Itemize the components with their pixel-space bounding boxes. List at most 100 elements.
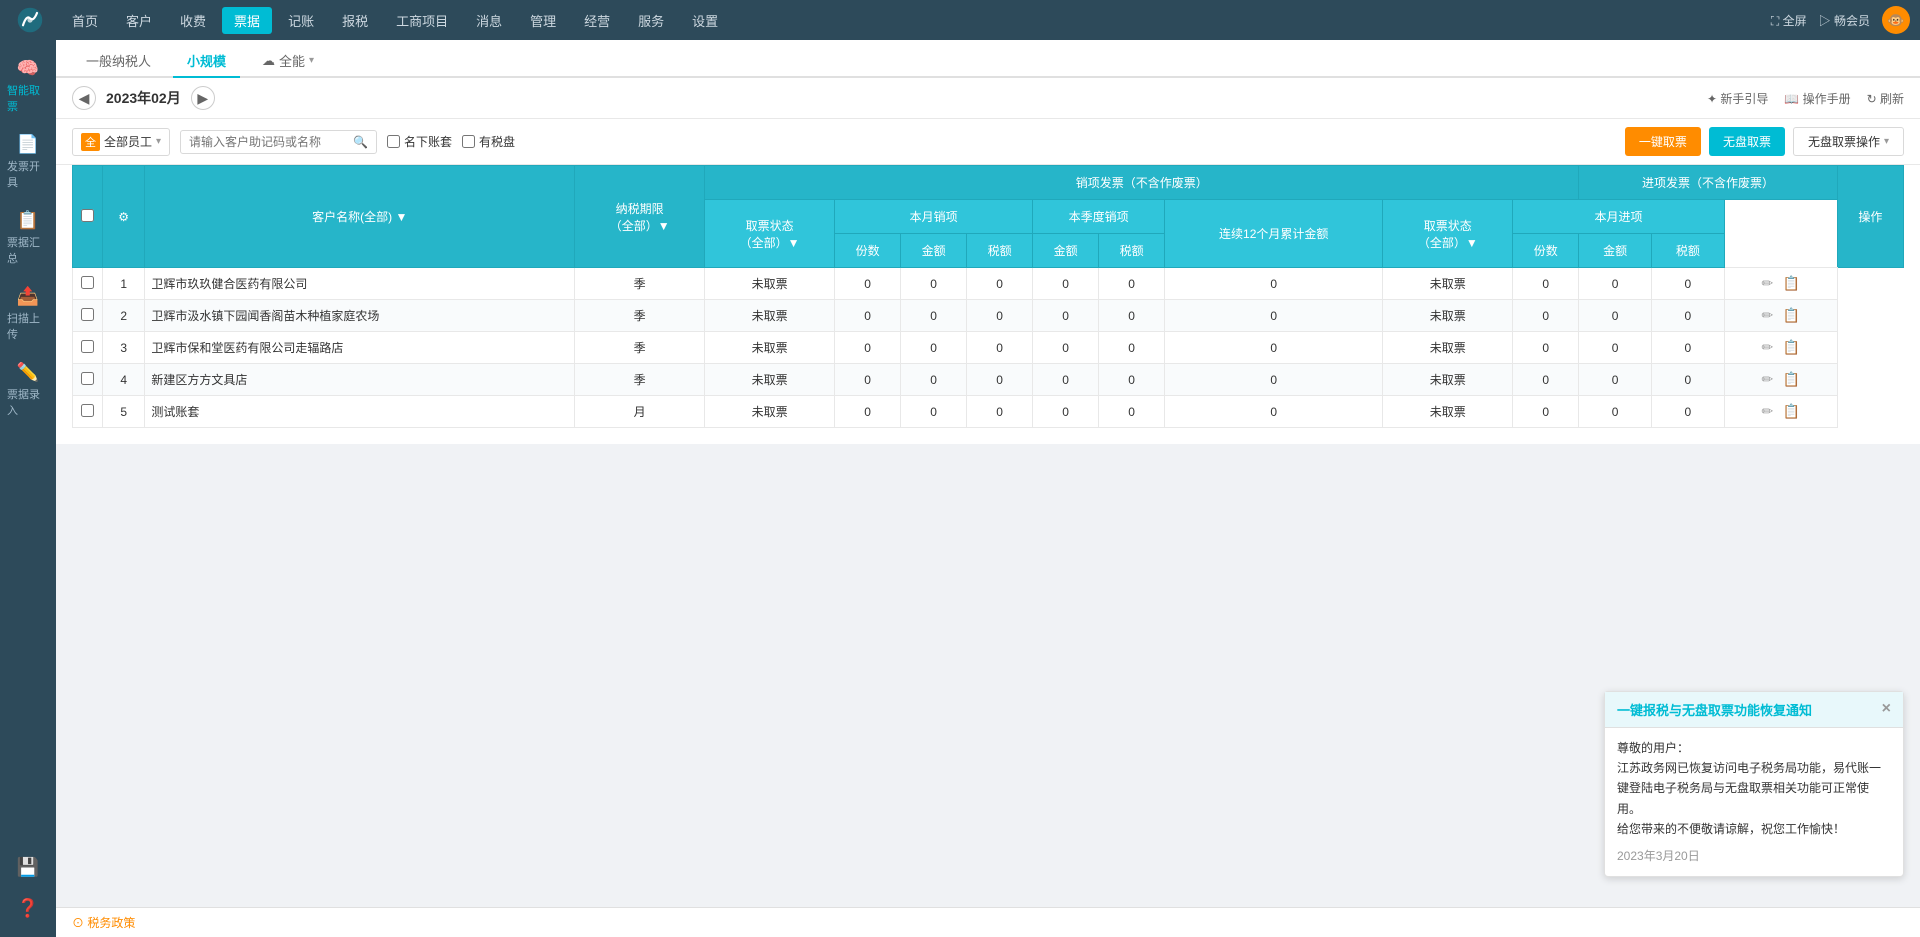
tax-policy-link[interactable]: ⊙ 税务政策	[72, 914, 135, 931]
row-checkbox-1[interactable]	[81, 308, 94, 321]
th-qs-tax: 税额	[1099, 234, 1165, 268]
th-month-purchase: 本月进项	[1513, 200, 1725, 234]
table-row: 4 新建区方方文具店 季 未取票 0 0 0 0 0 0 未取票 0 0 0 ✏…	[73, 364, 1904, 396]
sidebar-label-scan: 扫描上传	[7, 310, 49, 342]
bottom-bar: ⊙ 税务政策	[56, 907, 1920, 937]
nav-home[interactable]: 首页	[60, 7, 110, 34]
row-ms-amount-1: 0	[901, 300, 967, 332]
row-period-0: 季	[575, 268, 705, 300]
period-nav: ◀ 2023年02月 ▶	[72, 86, 215, 110]
main-nav: 首页 客户 收费 票据 记账 报税 工商项目 消息 管理 经营 服务 设置	[60, 7, 1771, 34]
qs-amount-link-3[interactable]: 0	[1062, 373, 1069, 387]
search-icon[interactable]: 🔍	[353, 135, 368, 149]
sidebar-item-scan[interactable]: 📤 扫描上传	[3, 278, 53, 350]
qs-amount-link-2[interactable]: 0	[1062, 341, 1069, 355]
nav-customer[interactable]: 客户	[114, 7, 164, 34]
qs-amount-link-1[interactable]: 0	[1062, 309, 1069, 323]
avatar[interactable]: 🐵	[1882, 6, 1910, 34]
edit-btn-2[interactable]: ✏	[1762, 339, 1774, 355]
notification-body: 尊敬的用户： 江苏政务网已恢复访问电子税务局功能，易代账一键登陆电子税务局与无盘…	[1605, 728, 1903, 876]
edit-btn-0[interactable]: ✏	[1762, 275, 1774, 291]
one-key-fetch-btn[interactable]: 一键取票	[1625, 127, 1701, 156]
nav-invoice[interactable]: 票据	[222, 7, 272, 34]
period-prev-btn[interactable]: ◀	[72, 86, 96, 110]
refresh-btn[interactable]: ↻ 刷新	[1867, 90, 1904, 107]
notif-line-3: 给您带来的不便敬请谅解，祝您工作愉快！	[1617, 819, 1891, 839]
row-cumulative-4: 0	[1165, 396, 1383, 428]
nav-tax[interactable]: 报税	[330, 7, 380, 34]
row-cumulative-1: 0	[1165, 300, 1383, 332]
row-actions-3: ✏ 📋	[1724, 364, 1837, 396]
select-all-checkbox[interactable]	[81, 209, 94, 222]
sidebar-item-issue-invoice[interactable]: 📄 发票开具	[3, 126, 53, 198]
qs-amount-link-0[interactable]: 0	[1062, 277, 1069, 291]
nav-manage[interactable]: 管理	[518, 7, 568, 34]
account-checkbox-label[interactable]: 名下账套	[387, 133, 452, 150]
row-sale-status-4: 未取票	[705, 396, 835, 428]
sidebar: 🧠 智能取票 📄 发票开具 📋 票据汇总 📤 扫描上传 ✏️ 票据录入 💾 ❓	[0, 40, 56, 937]
row-mi-tax-1: 0	[1652, 300, 1725, 332]
table-row: 5 测试账套 月 未取票 0 0 0 0 0 0 未取票 0 0 0 ✏ 📋	[73, 396, 1904, 428]
employee-select[interactable]: 全 全部员工 ▾	[72, 128, 170, 156]
nav-service[interactable]: 服务	[626, 7, 676, 34]
row-ms-amount-2: 0	[901, 332, 967, 364]
cumulative-link-0[interactable]: 0	[1270, 277, 1277, 291]
row-checkbox-cell	[73, 300, 103, 332]
row-qs-tax-3: 0	[1099, 364, 1165, 396]
view-btn-2[interactable]: 📋	[1783, 339, 1800, 355]
tab-general-taxpayer[interactable]: 一般纳税人	[72, 45, 165, 78]
tax-disk-checkbox-label[interactable]: 有税盘	[462, 133, 515, 150]
sidebar-item-download[interactable]: 💾	[3, 849, 53, 886]
filter-bar: 全 全部员工 ▾ 🔍 名下账套 有税盘 一键取票 无盘取票 无盘取票操作 ▾	[56, 119, 1920, 165]
row-checkbox-4[interactable]	[81, 404, 94, 417]
guide-btn[interactable]: ✦ 新手引导	[1707, 90, 1768, 107]
cumulative-link-2[interactable]: 0	[1270, 341, 1277, 355]
row-ms-tax-1: 0	[967, 300, 1033, 332]
edit-btn-3[interactable]: ✏	[1762, 371, 1774, 387]
tab-small-scale[interactable]: 小规模	[173, 45, 240, 78]
top-nav: 首页 客户 收费 票据 记账 报税 工商项目 消息 管理 经营 服务 设置 ⛶ …	[0, 0, 1920, 40]
nav-bookkeeping[interactable]: 记账	[276, 7, 326, 34]
cumulative-link-3[interactable]: 0	[1270, 373, 1277, 387]
edit-btn-1[interactable]: ✏	[1762, 307, 1774, 323]
search-input[interactable]	[189, 135, 349, 149]
view-btn-4[interactable]: 📋	[1783, 403, 1800, 419]
edit-btn-4[interactable]: ✏	[1762, 403, 1774, 419]
nav-operation[interactable]: 经营	[572, 7, 622, 34]
period-next-btn[interactable]: ▶	[191, 86, 215, 110]
nav-billing[interactable]: 收费	[168, 7, 218, 34]
row-sale-status-2: 未取票	[705, 332, 835, 364]
row-checkbox-0[interactable]	[81, 276, 94, 289]
cumulative-link-1[interactable]: 0	[1270, 309, 1277, 323]
view-btn-3[interactable]: 📋	[1783, 371, 1800, 387]
row-sale-status-0: 未取票	[705, 268, 835, 300]
no-disk-ops-btn[interactable]: 无盘取票操作 ▾	[1793, 127, 1904, 156]
row-checkbox-2[interactable]	[81, 340, 94, 353]
nav-message[interactable]: 消息	[464, 7, 514, 34]
sidebar-item-help[interactable]: ❓	[3, 890, 53, 927]
tab-all[interactable]: ☁ 全能 ▾	[248, 45, 328, 78]
fullscreen-btn[interactable]: ⛶ 全屏	[1771, 12, 1807, 29]
manual-btn[interactable]: 📖 操作手册	[1784, 90, 1850, 107]
notification-date: 2023年3月20日	[1617, 846, 1891, 866]
qs-amount-link-4[interactable]: 0	[1062, 405, 1069, 419]
sidebar-label-issue: 发票开具	[7, 158, 49, 190]
cumulative-link-4[interactable]: 0	[1270, 405, 1277, 419]
sidebar-item-summary[interactable]: 📋 票据汇总	[3, 202, 53, 274]
tax-disk-checkbox[interactable]	[462, 135, 475, 148]
nav-settings[interactable]: 设置	[680, 7, 730, 34]
no-disk-fetch-btn[interactable]: 无盘取票	[1709, 127, 1785, 156]
notification-close-btn[interactable]: ×	[1882, 700, 1891, 718]
nav-business[interactable]: 工商项目	[384, 7, 460, 34]
view-btn-0[interactable]: 📋	[1783, 275, 1800, 291]
th-quarter-sale: 本季度销项	[1033, 200, 1165, 234]
view-btn-1[interactable]: 📋	[1783, 307, 1800, 323]
cloud-icon: ☁	[262, 53, 275, 69]
sidebar-item-smart-invoice[interactable]: 🧠 智能取票	[3, 50, 53, 122]
row-mi-tax-0: 0	[1652, 268, 1725, 300]
row-name-2: 卫辉市保和堂医药有限公司走辐路店	[145, 332, 575, 364]
account-checkbox[interactable]	[387, 135, 400, 148]
row-checkbox-3[interactable]	[81, 372, 94, 385]
sidebar-item-entry[interactable]: ✏️ 票据录入	[3, 354, 53, 426]
vip-btn[interactable]: ▷ 畅会员	[1819, 12, 1870, 29]
